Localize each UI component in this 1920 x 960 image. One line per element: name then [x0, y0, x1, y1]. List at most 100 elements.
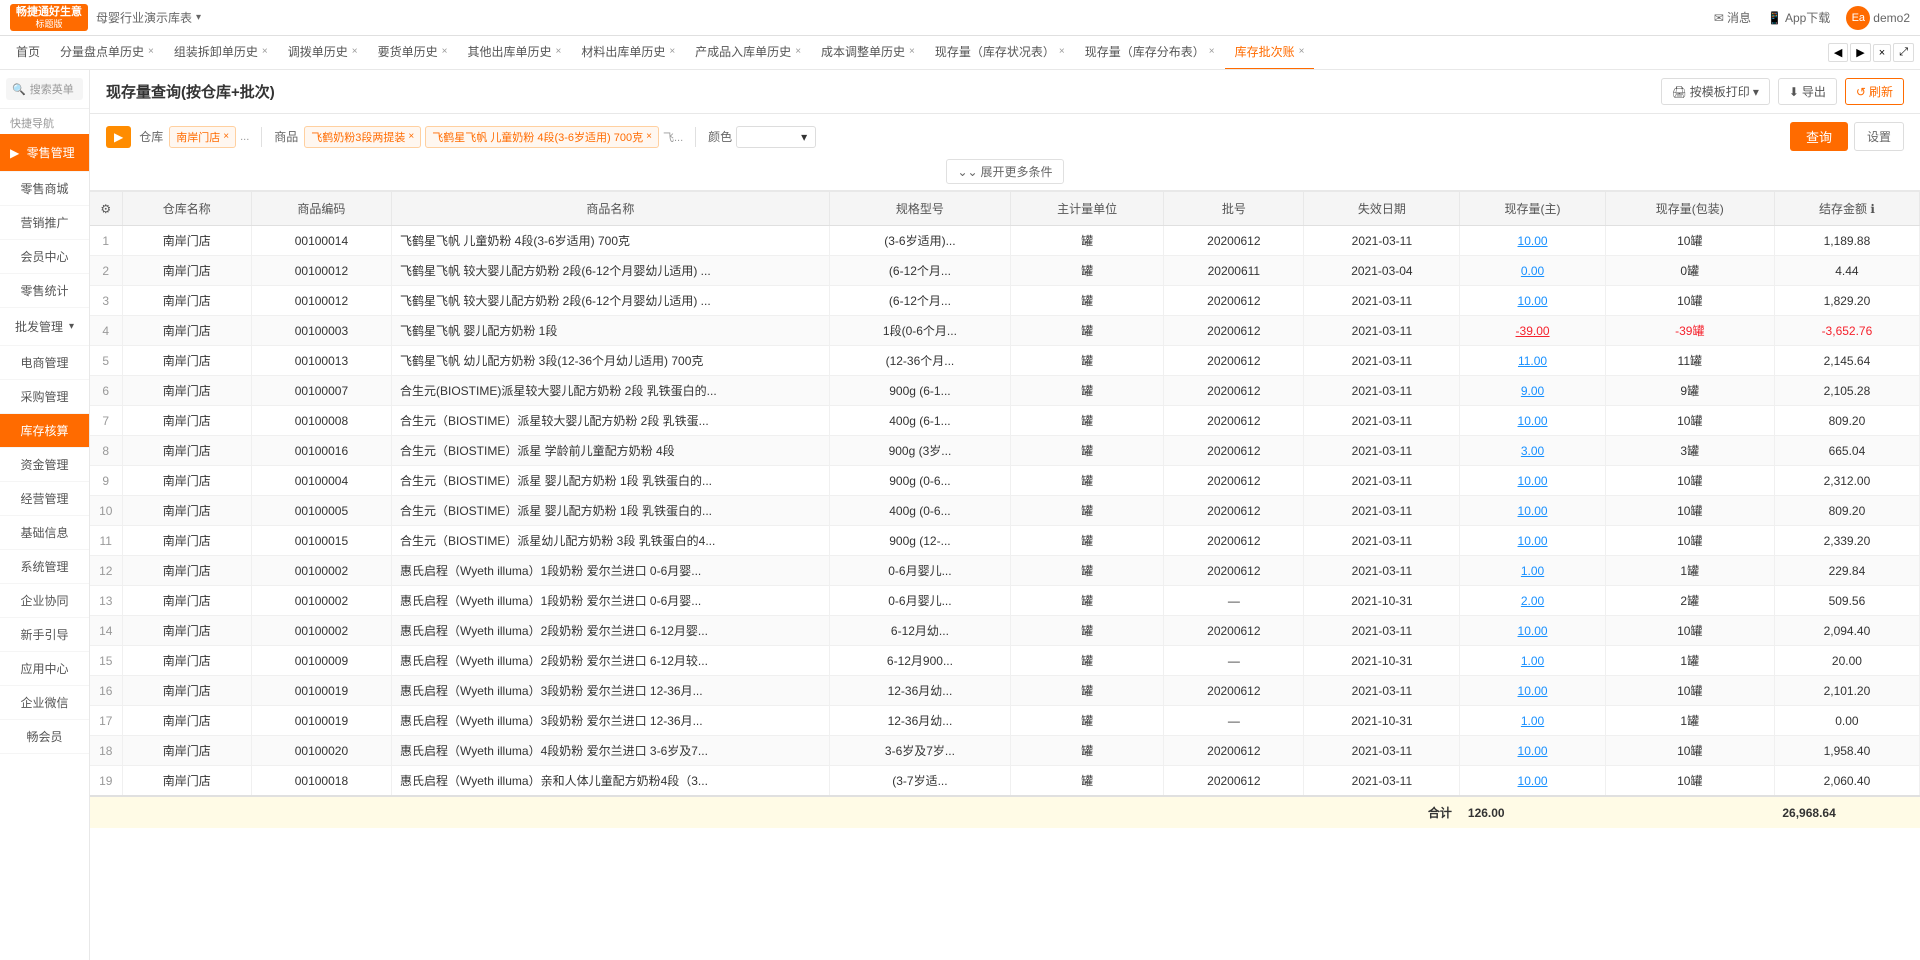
row-qty-main[interactable]: 1.00 — [1460, 556, 1605, 586]
row-qty-main[interactable]: 3.00 — [1460, 436, 1605, 466]
close-icon[interactable]: × — [909, 46, 915, 57]
nav-left-btn[interactable]: ◀ — [1828, 43, 1848, 62]
goods-tag-2-close[interactable]: × — [646, 131, 652, 142]
table-row: 9 南岸门店 00100004 合生元（BIOSTIME）派星 婴儿配方奶粉 1… — [90, 466, 1920, 496]
row-qty-main[interactable]: 0.00 — [1460, 256, 1605, 286]
tab-组装拆卸[interactable]: 组装拆卸单历史 × — [164, 36, 278, 70]
query-btn[interactable]: 查询 — [1790, 122, 1848, 151]
sidebar-item-营销推广[interactable]: 营销推广 — [0, 206, 89, 240]
close-icon[interactable]: × — [262, 46, 268, 57]
expand-more-btn[interactable]: ⌄⌄ 展开更多条件 — [946, 159, 1063, 184]
chevron-down-icon: ⌄⌄ — [957, 165, 977, 179]
close-icon[interactable]: × — [1059, 46, 1065, 57]
tab-调拨[interactable]: 调拨单历史 × — [278, 36, 368, 70]
expand-filter-btn[interactable]: ▶ — [106, 126, 131, 148]
row-qty-main[interactable]: 10.00 — [1460, 286, 1605, 316]
tab-产成品入库[interactable]: 产成品入库单历史 × — [685, 36, 811, 70]
sidebar-item-经营管理[interactable]: 经营管理 — [0, 482, 89, 516]
col-settings[interactable]: ⚙ — [90, 192, 122, 226]
tab-分量盘点[interactable]: 分量盘点单历史 × — [50, 36, 164, 70]
user-area[interactable]: Ea demo2 — [1846, 6, 1910, 30]
row-qty-main[interactable]: 10.00 — [1460, 766, 1605, 797]
nav-right-btn[interactable]: ▶ — [1850, 43, 1870, 62]
sidebar-item-零售商城[interactable]: 零售商城 — [0, 172, 89, 206]
close-icon[interactable]: × — [442, 46, 448, 57]
goods-label: 商品 — [274, 128, 298, 145]
close-icon[interactable]: × — [669, 46, 675, 57]
message-btn[interactable]: ✉ 消息 — [1714, 9, 1751, 26]
gear-icon[interactable]: ⚙ — [100, 202, 111, 216]
sidebar-item-采购管理[interactable]: 采购管理 — [0, 380, 89, 414]
nav-close-btn[interactable]: × — [1873, 44, 1891, 62]
row-qty-main[interactable]: 10.00 — [1460, 496, 1605, 526]
nav-fullscreen-btn[interactable]: ⤢ — [1893, 43, 1914, 62]
close-icon[interactable]: × — [555, 46, 561, 57]
row-number: 2 — [90, 256, 122, 286]
row-qty-main[interactable]: 10.00 — [1460, 466, 1605, 496]
row-qty-main[interactable]: 10.00 — [1460, 676, 1605, 706]
row-qty-main[interactable]: 11.00 — [1460, 346, 1605, 376]
tab-其他出库[interactable]: 其他出库单历史 × — [457, 36, 571, 70]
sidebar-item-零售管理[interactable]: ▶ 零售管理 — [0, 134, 89, 172]
row-batch: — — [1164, 586, 1304, 616]
sidebar-item-基础信息[interactable]: 基础信息 — [0, 516, 89, 550]
tab-要货[interactable]: 要货单历史 × — [368, 36, 458, 70]
goods-more[interactable]: 飞... — [663, 129, 683, 145]
row-qty-main[interactable]: 10.00 — [1460, 616, 1605, 646]
sidebar-item-电商管理[interactable]: 电商管理 — [0, 346, 89, 380]
app-download-btn[interactable]: 📱 App下载 — [1767, 9, 1830, 26]
tab-home[interactable]: 首页 — [6, 36, 50, 70]
row-amount: 4.44 — [1774, 256, 1919, 286]
sidebar-item-新手引导[interactable]: 新手引导 — [0, 618, 89, 652]
row-qty-main[interactable]: 10.00 — [1460, 736, 1605, 766]
print-btn[interactable]: 🖨 按模板打印 ▾ — [1661, 78, 1770, 105]
warehouse-tag-close[interactable]: × — [223, 131, 229, 142]
table-row: 2 南岸门店 00100012 飞鹤星飞帆 较大婴儿配方奶粉 2段(6-12个月… — [90, 256, 1920, 286]
row-warehouse: 南岸门店 — [122, 286, 251, 316]
chevron-down-icon: ▾ — [801, 130, 807, 144]
row-qty-main[interactable]: 1.00 — [1460, 646, 1605, 676]
search-box[interactable]: 🔍 搜索英单 — [6, 78, 83, 100]
row-name: 惠氏启程（Wyeth illuma）3段奶粉 爱尔兰进口 12-36月... — [391, 676, 829, 706]
row-qty-main[interactable]: 10.00 — [1460, 406, 1605, 436]
sidebar-item-零售统计[interactable]: 零售统计 — [0, 274, 89, 308]
row-name: 惠氏启程（Wyeth illuma）1段奶粉 爱尔兰进口 0-6月婴... — [391, 586, 829, 616]
row-qty-main[interactable]: 9.00 — [1460, 376, 1605, 406]
sidebar-item-批发管理[interactable]: 批发管理 ▾ — [0, 308, 89, 346]
sidebar-item-会员中心[interactable]: 会员中心 — [0, 240, 89, 274]
sidebar-item-应用中心[interactable]: 应用中心 — [0, 652, 89, 686]
sidebar-item-资金管理[interactable]: 资金管理 — [0, 448, 89, 482]
tab-库存批次账[interactable]: 库存批次账 × — [1225, 36, 1315, 70]
row-qty-main[interactable]: 1.00 — [1460, 706, 1605, 736]
warehouse-more[interactable]: ... — [240, 131, 249, 143]
row-qty-main[interactable]: -39.00 — [1460, 316, 1605, 346]
goods-tag-1-close[interactable]: × — [408, 131, 414, 142]
tab-现存量分布[interactable]: 现存量（库存分布表） × — [1075, 36, 1225, 70]
sidebar-item-企业协同[interactable]: 企业协同 — [0, 584, 89, 618]
row-qty-main[interactable]: 10.00 — [1460, 526, 1605, 556]
tab-材料出库[interactable]: 材料出库单历史 × — [571, 36, 685, 70]
color-dropdown[interactable]: ▾ — [736, 126, 816, 148]
export-btn[interactable]: ⬇ 导出 — [1778, 78, 1837, 105]
setting-btn[interactable]: 设置 — [1854, 122, 1904, 151]
close-icon[interactable]: × — [148, 46, 154, 57]
sidebar-item-系统管理[interactable]: 系统管理 — [0, 550, 89, 584]
row-batch: 20200612 — [1164, 526, 1304, 556]
tab-现存量状况[interactable]: 现存量（库存状况表） × — [925, 36, 1075, 70]
close-icon[interactable]: × — [352, 46, 358, 57]
row-name: 合生元(BIOSTIME)派星较大婴儿配方奶粉 2段 乳铁蛋白的... — [391, 376, 829, 406]
sidebar-item-畅会员[interactable]: 畅会员 — [0, 720, 89, 754]
col-warehouse: 仓库名称 — [122, 192, 251, 226]
row-qty-main[interactable]: 10.00 — [1460, 226, 1605, 256]
industry-select[interactable]: 母婴行业演示库表 ▾ — [96, 9, 201, 26]
row-qty-pack: 10罐 — [1605, 766, 1774, 797]
filter-separator — [261, 127, 262, 147]
sidebar-item-库存核算[interactable]: 库存核算 — [0, 414, 89, 448]
sidebar-item-企业微信[interactable]: 企业微信 — [0, 686, 89, 720]
close-icon[interactable]: × — [1299, 46, 1305, 57]
tab-成本调整[interactable]: 成本调整单历史 × — [811, 36, 925, 70]
row-qty-main[interactable]: 2.00 — [1460, 586, 1605, 616]
close-icon[interactable]: × — [795, 46, 801, 57]
refresh-btn[interactable]: ↺ 刷新 — [1845, 78, 1904, 105]
close-icon[interactable]: × — [1209, 46, 1215, 57]
